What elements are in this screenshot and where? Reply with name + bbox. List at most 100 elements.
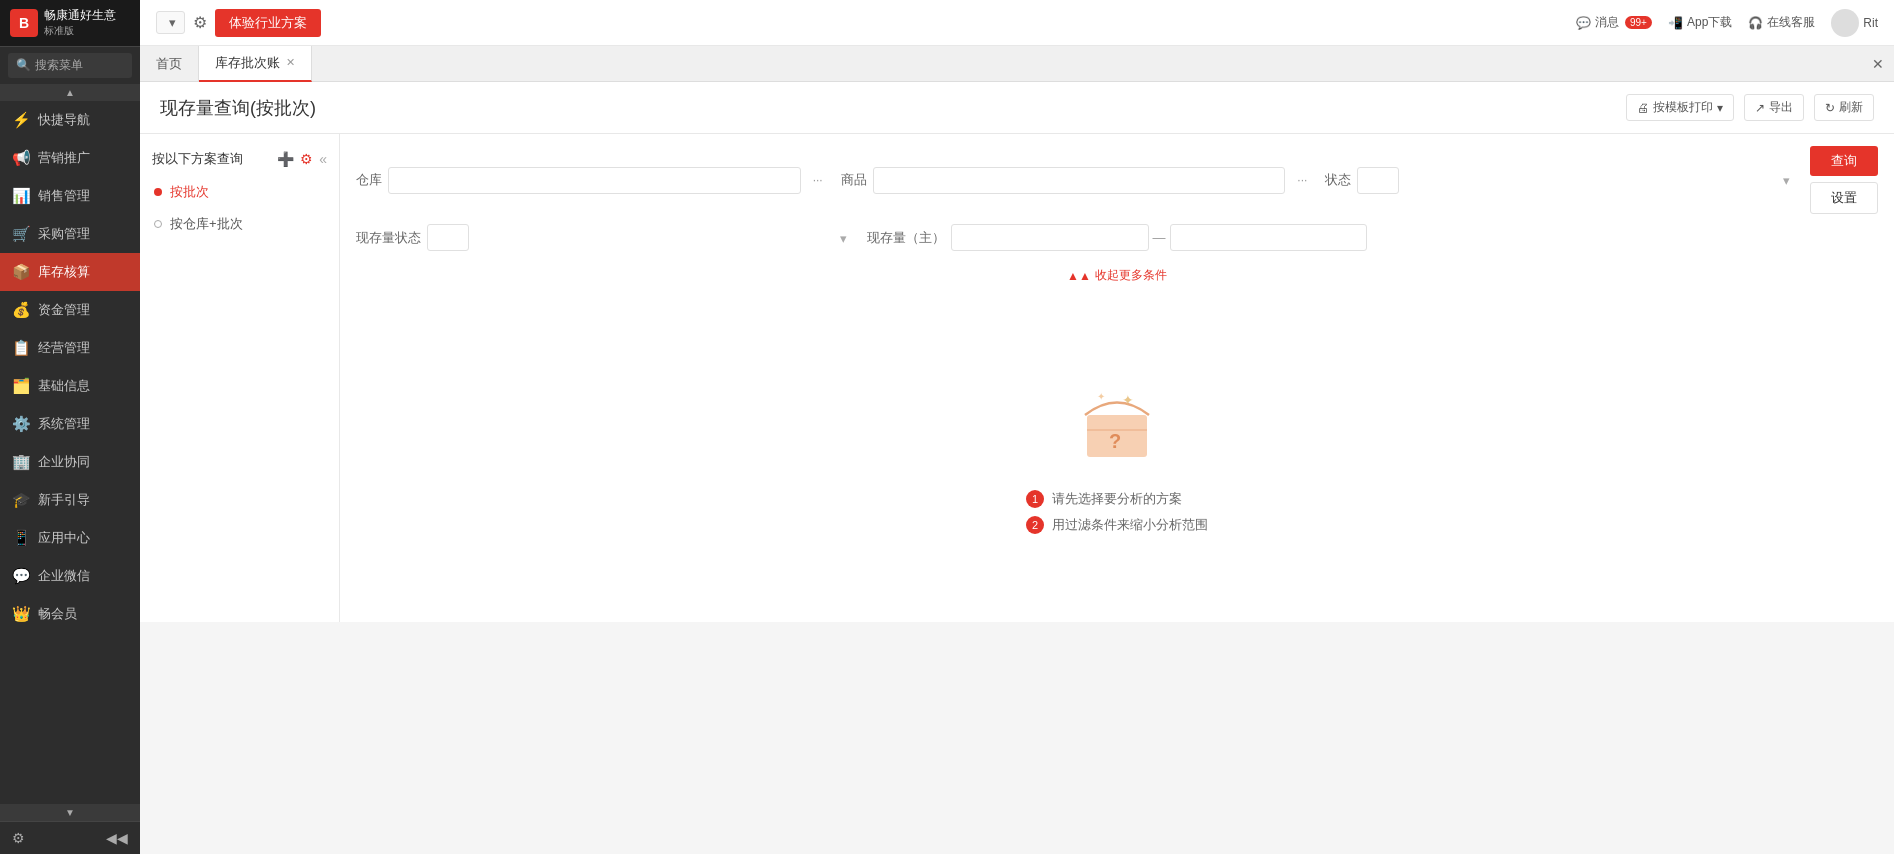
member-icon: 👑 — [12, 605, 30, 623]
filter-settings-btn[interactable]: ⚙ — [300, 151, 313, 167]
sidebar-title: 畅康通好生意 — [44, 8, 116, 24]
refresh-icon: ↻ — [1825, 101, 1835, 115]
stock-status-select[interactable] — [427, 224, 469, 251]
sidebar-item-marketing[interactable]: 📢 营销推广 — [0, 139, 140, 177]
sidebar-item-sales[interactable]: 📊 销售管理 — [0, 177, 140, 215]
sidebar-item-quicknav[interactable]: ⚡ 快捷导航 — [0, 101, 140, 139]
svg-text:✦: ✦ — [1122, 392, 1134, 408]
online-service-btn[interactable]: 🎧 在线客服 — [1748, 14, 1815, 31]
product-label: 商品 — [841, 171, 867, 189]
filter-collapse-btn[interactable]: « — [319, 151, 327, 167]
filter-sidebar-actions: ➕ ⚙ « — [277, 151, 327, 167]
scroll-up-btn[interactable]: ▲ — [0, 84, 140, 101]
sidebar-item-purchase[interactable]: 🛒 采购管理 — [0, 215, 140, 253]
messages-btn[interactable]: 💬 消息 99+ — [1576, 14, 1652, 31]
user-menu[interactable]: Rit — [1831, 9, 1878, 37]
filter-add-btn[interactable]: ➕ — [277, 151, 294, 167]
collapse-sidebar-btn[interactable]: ◀◀ — [106, 830, 128, 846]
finance-icon: 💰 — [12, 301, 30, 319]
filter-option-warehouse-batch[interactable]: 按仓库+批次 — [140, 208, 339, 240]
tabbar-close-all-btn[interactable]: ✕ — [1862, 46, 1894, 81]
app-download-label: App下载 — [1687, 14, 1732, 31]
refresh-btn[interactable]: ↻ 刷新 — [1814, 94, 1874, 121]
tab-close-btn[interactable]: ✕ — [286, 56, 295, 69]
stock-qty-max[interactable] — [1170, 224, 1367, 251]
search-menu[interactable]: 🔍 搜索菜单 — [8, 53, 132, 78]
app-download-btn[interactable]: 📲 App下载 — [1668, 14, 1732, 31]
set-btn[interactable]: 设置 — [1810, 182, 1878, 214]
topbar: ▾ ⚙ 体验行业方案 💬 消息 99+ 📲 App下载 🎧 在线客服 Rit — [140, 0, 1894, 46]
scroll-down-btn[interactable]: ▼ — [0, 804, 140, 821]
print-btn[interactable]: 🖨 按模板打印 ▾ — [1626, 94, 1734, 121]
sidebar-item-label: 畅会员 — [38, 605, 77, 623]
export-btn[interactable]: ↗ 导出 — [1744, 94, 1804, 121]
product-input[interactable] — [873, 167, 1286, 194]
sidebar-item-label: 经营管理 — [38, 339, 90, 357]
tab-inventory-batch[interactable]: 库存批次账 ✕ — [199, 46, 312, 82]
sidebar-item-appcenter[interactable]: 📱 应用中心 — [0, 519, 140, 557]
topbar-dropdown[interactable]: ▾ — [156, 11, 185, 34]
refresh-label: 刷新 — [1839, 99, 1863, 116]
warehouse-label: 仓库 — [356, 171, 382, 189]
filter-row-2: 现存量状态 现存量（主） — [356, 224, 1878, 251]
sidebar-item-label: 应用中心 — [38, 529, 90, 547]
sales-icon: 📊 — [12, 187, 30, 205]
stock-qty-label: 现存量（主） — [867, 229, 945, 247]
stock-status-group: 现存量状态 — [356, 224, 855, 251]
wechat-icon: 💬 — [12, 567, 30, 585]
tab-home[interactable]: 首页 — [140, 46, 199, 82]
sidebar-item-label: 快捷导航 — [38, 111, 90, 129]
user-label: Rit — [1863, 16, 1878, 30]
status-select[interactable] — [1357, 167, 1399, 194]
query-btn[interactable]: 查询 — [1810, 146, 1878, 176]
hint-text-1: 请先选择要分析的方案 — [1052, 490, 1182, 508]
product-more-btn[interactable]: ··· — [1291, 173, 1313, 187]
inventory-icon: 📦 — [12, 263, 30, 281]
app-logo: B — [10, 9, 38, 37]
stock-status-select-wrapper — [427, 224, 855, 251]
app-download-icon: 📲 — [1668, 16, 1683, 30]
sidebar-item-newuser[interactable]: 🎓 新手引导 — [0, 481, 140, 519]
sidebar-item-system[interactable]: ⚙️ 系统管理 — [0, 405, 140, 443]
trial-btn[interactable]: 体验行业方案 — [215, 9, 321, 37]
search-icon: 🔍 — [16, 58, 31, 72]
active-dot — [154, 188, 162, 196]
sidebar-item-finance[interactable]: 💰 资金管理 — [0, 291, 140, 329]
quicknav-icon: ⚡ — [12, 111, 30, 129]
settings-footer-btn[interactable]: ⚙ — [12, 830, 25, 846]
appcenter-icon: 📱 — [12, 529, 30, 547]
topbar-left: ▾ ⚙ 体验行业方案 — [156, 9, 1566, 37]
sidebar-item-enterprise[interactable]: 🏢 企业协同 — [0, 443, 140, 481]
sidebar-item-basic[interactable]: 🗂️ 基础信息 — [0, 367, 140, 405]
warehouse-input[interactable] — [388, 167, 801, 194]
topbar-settings-icon[interactable]: ⚙ — [193, 13, 207, 32]
sidebar-item-inventory[interactable]: 📦 库存核算 — [0, 253, 140, 291]
sidebar-item-label: 系统管理 — [38, 415, 90, 433]
stock-status-label: 现存量状态 — [356, 229, 421, 247]
status-select-wrapper — [1357, 167, 1798, 194]
sidebar-item-member[interactable]: 👑 畅会员 — [0, 595, 140, 633]
page-actions: 🖨 按模板打印 ▾ ↗ 导出 ↻ 刷新 — [1626, 94, 1874, 133]
sidebar-item-label: 企业微信 — [38, 567, 90, 585]
hint-item-2: 2 用过滤条件来缩小分析范围 — [1026, 516, 1208, 534]
newuser-icon: 🎓 — [12, 491, 30, 509]
sidebar-item-label: 资金管理 — [38, 301, 90, 319]
warehouse-more-btn[interactable]: ··· — [807, 173, 829, 187]
system-icon: ⚙️ — [12, 415, 30, 433]
sidebar-item-operations[interactable]: 📋 经营管理 — [0, 329, 140, 367]
collapse-label: 收起更多条件 — [1095, 267, 1167, 284]
stock-qty-min[interactable] — [951, 224, 1148, 251]
tab-home-label: 首页 — [156, 55, 182, 73]
stock-qty-group: 现存量（主） — — [867, 224, 1366, 251]
sidebar-item-wechat[interactable]: 💬 企业微信 — [0, 557, 140, 595]
export-icon: ↗ — [1755, 101, 1765, 115]
collapse-up-icon: ▲▲ — [1067, 269, 1091, 283]
filter-option-batch[interactable]: 按批次 — [140, 176, 339, 208]
sidebar-subtitle: 标准版 — [44, 24, 116, 38]
sidebar-brand: 畅康通好生意 标准版 — [44, 8, 116, 38]
collapse-row[interactable]: ▲▲ 收起更多条件 — [356, 261, 1878, 290]
filter-sidebar-header: 按以下方案查询 ➕ ⚙ « — [140, 146, 339, 176]
filter-main-wrapper: 仓库 ··· 商品 ··· 状态 — [340, 134, 1894, 622]
page-title: 现存量查询(按批次) — [160, 96, 316, 132]
topbar-right: 💬 消息 99+ 📲 App下载 🎧 在线客服 Rit — [1576, 9, 1878, 37]
